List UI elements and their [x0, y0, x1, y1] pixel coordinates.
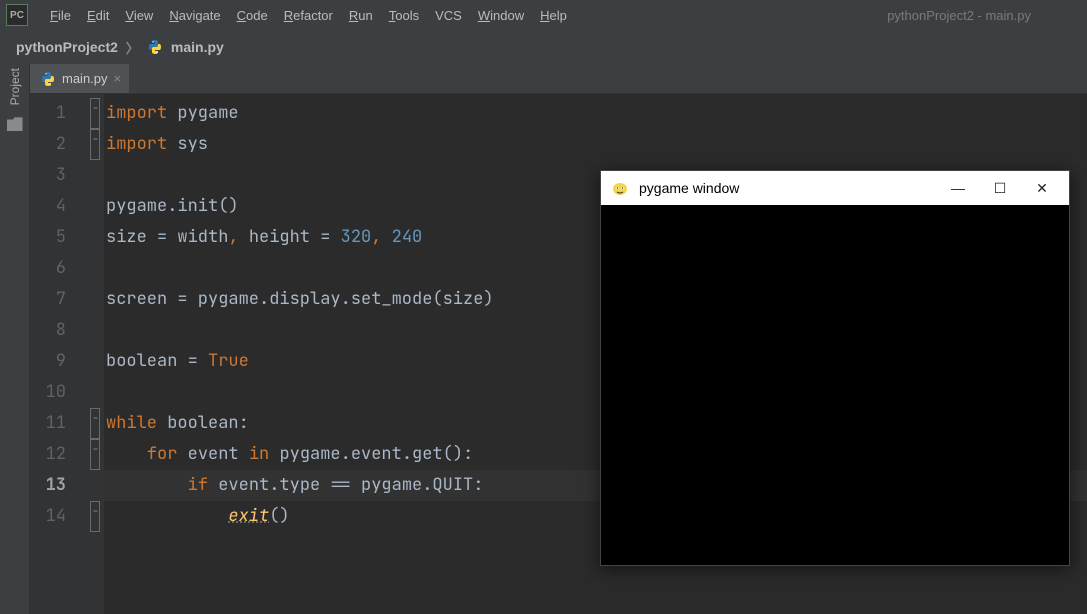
fold-column	[86, 94, 104, 614]
line-number: 2	[30, 129, 66, 160]
line-number: 11	[30, 408, 66, 439]
line-number: 13	[30, 470, 66, 501]
line-number: 3	[30, 160, 66, 191]
menu-code[interactable]: Code	[229, 4, 276, 27]
nav-project[interactable]: pythonProject2	[16, 39, 118, 55]
menu-help[interactable]: Help	[532, 4, 575, 27]
line-number: 7	[30, 284, 66, 315]
menu-file[interactable]: File	[42, 4, 79, 27]
python-file-icon	[147, 39, 163, 55]
minimize-button[interactable]: —	[937, 180, 979, 196]
line-number: 5	[30, 222, 66, 253]
line-number: 10	[30, 377, 66, 408]
code-line[interactable]: import pygame	[104, 98, 1087, 129]
line-number: 12	[30, 439, 66, 470]
tab-main-py[interactable]: main.py ×	[30, 64, 129, 93]
tab-label: main.py	[62, 71, 108, 86]
close-icon[interactable]: ×	[114, 71, 122, 86]
menu-window[interactable]: Window	[470, 4, 532, 27]
fold-marker-icon[interactable]	[90, 439, 100, 470]
editor-tabs: main.py ×	[30, 64, 1087, 94]
line-number: 6	[30, 253, 66, 284]
pygame-title-bar[interactable]: pygame window — ☐ ✕	[601, 171, 1069, 205]
pycharm-logo-icon: PC	[6, 4, 28, 26]
python-file-icon	[40, 71, 56, 87]
pygame-logo-icon	[611, 179, 629, 197]
menu-navigate[interactable]: Navigate	[161, 4, 228, 27]
navigation-bar: pythonProject2 〉 main.py	[0, 30, 1087, 64]
line-number-gutter: 1234567891011121314	[30, 94, 86, 614]
line-number: 14	[30, 501, 66, 532]
menu-run[interactable]: Run	[341, 4, 381, 27]
nav-file[interactable]: main.py	[171, 39, 224, 55]
fold-marker-icon[interactable]	[90, 501, 100, 532]
line-number: 9	[30, 346, 66, 377]
menu-tools[interactable]: Tools	[381, 4, 427, 27]
maximize-button[interactable]: ☐	[979, 180, 1021, 197]
pygame-output-window[interactable]: pygame window — ☐ ✕	[600, 170, 1070, 566]
window-title: pythonProject2 - main.py	[887, 8, 1031, 23]
chevron-right-icon: 〉	[126, 38, 139, 57]
code-line[interactable]: import sys	[104, 129, 1087, 160]
project-tool-button[interactable]: Project	[8, 68, 22, 105]
menu-bar: PC FileEditViewNavigateCodeRefactorRunTo…	[0, 0, 1087, 30]
menu-view[interactable]: View	[117, 4, 161, 27]
menu-edit[interactable]: Edit	[79, 4, 117, 27]
line-number: 4	[30, 191, 66, 222]
pygame-surface	[601, 205, 1069, 565]
line-number: 1	[30, 98, 66, 129]
line-number: 8	[30, 315, 66, 346]
menu-vcs[interactable]: VCS	[427, 4, 470, 27]
close-button[interactable]: ✕	[1021, 180, 1063, 197]
fold-marker-icon[interactable]	[90, 129, 100, 160]
left-tool-sidebar: Project	[0, 64, 30, 614]
menu-refactor[interactable]: Refactor	[276, 4, 341, 27]
folder-icon[interactable]	[7, 117, 23, 131]
pygame-window-title: pygame window	[639, 180, 739, 196]
